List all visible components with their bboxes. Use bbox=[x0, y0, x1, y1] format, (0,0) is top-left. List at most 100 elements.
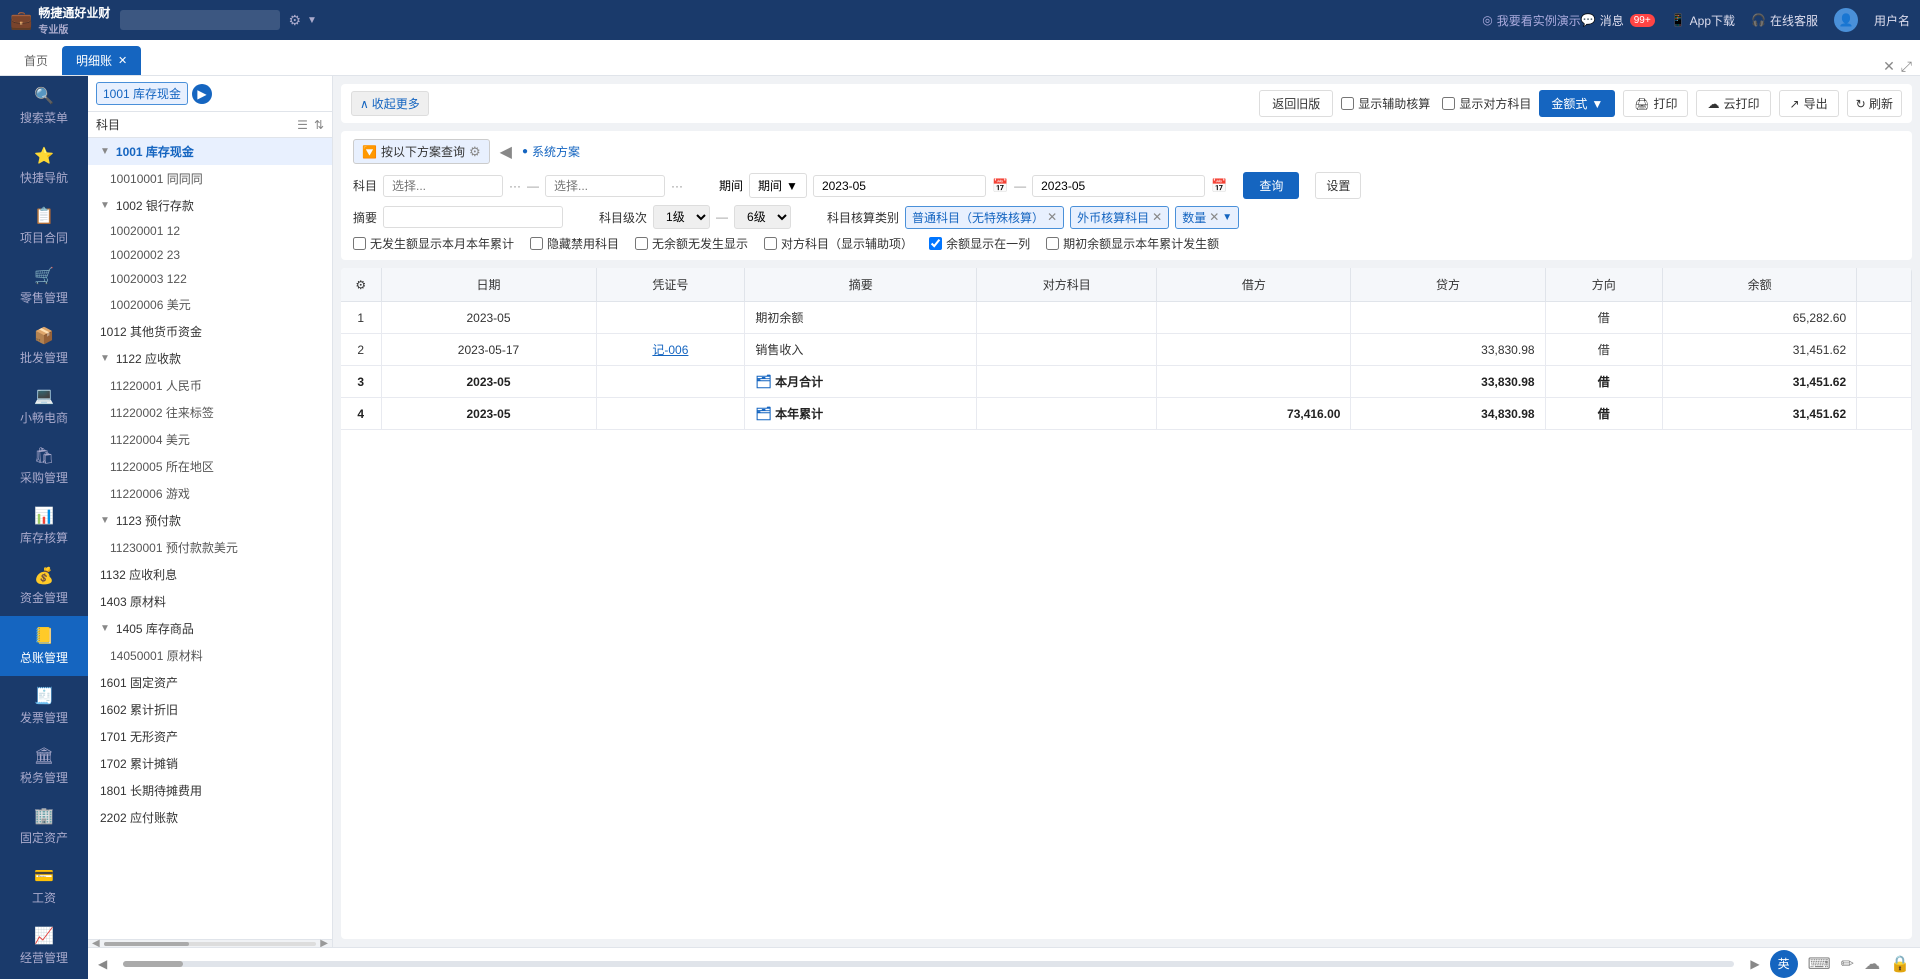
tree-item-1601[interactable]: 1601 固定资产 bbox=[88, 669, 332, 696]
sidebar-item-management[interactable]: 📈 经营管理 bbox=[0, 916, 88, 976]
tree-item-11230001[interactable]: 11230001 预付款款美元 bbox=[88, 534, 332, 561]
online-service-btn[interactable]: 🎧 在线客服 bbox=[1751, 12, 1818, 29]
sidebar-item-project[interactable]: 📋 项目合同 bbox=[0, 196, 88, 256]
settings-icon[interactable]: ⚙ bbox=[288, 12, 301, 29]
back-to-old-btn[interactable]: 返回旧版 bbox=[1259, 90, 1333, 117]
sidebar-item-tax[interactable]: 🏛 税务管理 bbox=[0, 736, 88, 796]
tree-item-1012[interactable]: 1012 其他货币资金 bbox=[88, 318, 332, 345]
lock-icon[interactable]: 🔒 bbox=[1890, 954, 1910, 974]
level-start-select[interactable]: 1级2级3级 bbox=[653, 205, 710, 229]
more-icon[interactable]: ··· bbox=[509, 179, 521, 193]
tag-remove-3[interactable]: ✕ bbox=[1209, 210, 1219, 224]
row-voucher[interactable]: 记-006 bbox=[596, 334, 745, 366]
tree-item-1801[interactable]: 1801 长期待摊费用 bbox=[88, 777, 332, 804]
sidebar-item-search[interactable]: 🔍 搜索菜单 bbox=[0, 76, 88, 136]
window-max-icon[interactable]: ⤢ bbox=[1901, 58, 1912, 75]
sidebar-item-wholesale[interactable]: 📦 批发管理 bbox=[0, 316, 88, 376]
message-btn[interactable]: 💬 消息 99+ bbox=[1581, 12, 1655, 29]
amount-style-btn[interactable]: 金额式 ▼ bbox=[1539, 90, 1615, 117]
horizontal-scrollbar[interactable] bbox=[123, 961, 1734, 967]
sidebar-item-accounting[interactable]: 📒 总账管理 bbox=[0, 616, 88, 676]
refresh-btn[interactable]: ↻ 刷新 bbox=[1847, 90, 1902, 117]
period-cal-end-icon[interactable]: 📅 bbox=[1211, 178, 1227, 194]
sidebar-item-quick-nav[interactable]: ⭐ 快捷导航 bbox=[0, 136, 88, 196]
tab-ledger[interactable]: 明细账 ✕ bbox=[62, 46, 141, 75]
tab-home[interactable]: 首页 bbox=[10, 46, 62, 75]
query-btn[interactable]: 查询 bbox=[1243, 172, 1299, 199]
cb-hide-disabled[interactable]: 隐藏禁用科目 bbox=[530, 235, 619, 252]
chevron-down-small-icon[interactable]: ▼ bbox=[1222, 212, 1232, 223]
tree-item-1122[interactable]: ▼ 1122 应收款 bbox=[88, 345, 332, 372]
tree-item-10020003[interactable]: 10020003 122 bbox=[88, 267, 332, 291]
cloud-print-btn[interactable]: ☁ 云打印 bbox=[1696, 90, 1770, 117]
app-download-btn[interactable]: 📱 App下载 bbox=[1671, 12, 1735, 29]
lang-switch-btn[interactable]: 英 bbox=[1770, 950, 1798, 978]
tag-remove-2[interactable]: ✕ bbox=[1152, 210, 1162, 224]
show-counter-input[interactable] bbox=[1442, 97, 1455, 110]
tree-scrollbar[interactable]: ◀ ▶ bbox=[88, 939, 332, 947]
show-counter-checkbox[interactable]: 显示对方科目 bbox=[1442, 95, 1531, 112]
tree-item-10020001[interactable]: 10020001 12 bbox=[88, 219, 332, 243]
tree-item-1002[interactable]: ▼ 1002 银行存款 bbox=[88, 192, 332, 219]
scroll-left-icon[interactable]: ◀ bbox=[92, 938, 100, 947]
cb-hide-disabled-input[interactable] bbox=[530, 237, 543, 250]
col-gear[interactable]: ⚙ bbox=[341, 268, 381, 302]
sidebar-item-purchase[interactable]: 🛍 采购管理 bbox=[0, 436, 88, 496]
tree-item-10020006[interactable]: 10020006 美元 bbox=[88, 291, 332, 318]
top-search-input[interactable] bbox=[120, 10, 280, 30]
sidebar-item-ecommerce[interactable]: 💻 小畅电商 bbox=[0, 376, 88, 436]
tag-remove-1[interactable]: ✕ bbox=[1047, 210, 1057, 224]
tree-item-1132[interactable]: 1132 应收利息 bbox=[88, 561, 332, 588]
expand-filter-btn[interactable]: ∧ 收起更多 bbox=[351, 91, 429, 116]
cb-balance-col-input[interactable] bbox=[929, 237, 942, 250]
tree-item-1001[interactable]: ▼ 1001 库存现金 bbox=[88, 138, 332, 165]
cb-no-balance-input[interactable] bbox=[635, 237, 648, 250]
export-btn[interactable]: ↗ 导出 bbox=[1779, 90, 1839, 117]
show-aux-input[interactable] bbox=[1341, 97, 1354, 110]
sidebar-item-invoice[interactable]: 🧾 发票管理 bbox=[0, 676, 88, 736]
tree-item-14050001[interactable]: 14050001 原材料 bbox=[88, 642, 332, 669]
category-tag-3[interactable]: 数量 ✕ ▼ bbox=[1175, 206, 1239, 229]
scroll-left-btn[interactable]: ◀ bbox=[98, 957, 107, 971]
cb-no-amount[interactable]: 无发生额显示本月本年累计 bbox=[353, 235, 514, 252]
tree-sort-icon[interactable]: ⇅ bbox=[314, 118, 324, 132]
category-tag-2[interactable]: 外币核算科目 ✕ bbox=[1070, 206, 1169, 229]
tree-item-10020002[interactable]: 10020002 23 bbox=[88, 243, 332, 267]
table-gear-icon[interactable]: ⚙ bbox=[355, 278, 366, 292]
demo-link[interactable]: ◎ 我要看实例演示 bbox=[1482, 12, 1581, 29]
tree-item-1602[interactable]: 1602 累计折旧 bbox=[88, 696, 332, 723]
filter-collapse-icon[interactable]: ◀ bbox=[498, 140, 514, 164]
tree-item-2202[interactable]: 2202 应付账款 bbox=[88, 804, 332, 831]
top-settings[interactable]: ⚙ ▼ bbox=[288, 12, 316, 29]
scroll-right-icon[interactable]: ▶ bbox=[320, 938, 328, 947]
tree-item-11220005[interactable]: 11220005 所在地区 bbox=[88, 453, 332, 480]
cb-counter-aux-input[interactable] bbox=[764, 237, 777, 250]
tree-item-1403[interactable]: 1403 原材料 bbox=[88, 588, 332, 615]
tab-close-icon[interactable]: ✕ bbox=[118, 54, 127, 67]
tree-list-icon[interactable]: ☰ bbox=[297, 118, 308, 132]
tree-item-1123[interactable]: ▼ 1123 预付款 bbox=[88, 507, 332, 534]
sidebar-item-inventory[interactable]: 📊 库存核算 bbox=[0, 496, 88, 556]
subject-end-input[interactable] bbox=[545, 175, 665, 197]
tree-item-10010001[interactable]: 10010001 同同同 bbox=[88, 165, 332, 192]
setting-btn[interactable]: 设置 bbox=[1315, 172, 1361, 199]
cb-no-amount-input[interactable] bbox=[353, 237, 366, 250]
edit-icon[interactable]: ✏ bbox=[1841, 954, 1854, 974]
period-type-select[interactable]: 期间 ▼ bbox=[749, 173, 807, 198]
subject-input[interactable] bbox=[383, 175, 503, 197]
period-start-input[interactable] bbox=[813, 175, 986, 197]
tree-item-11220006[interactable]: 11220006 游戏 bbox=[88, 480, 332, 507]
show-aux-checkbox[interactable]: 显示辅助核算 bbox=[1341, 95, 1430, 112]
scheme-settings-icon[interactable]: ⚙ bbox=[469, 144, 481, 160]
account-navigate-btn[interactable]: ▶ bbox=[192, 84, 212, 104]
period-cal-start-icon[interactable]: 📅 bbox=[992, 178, 1008, 194]
tree-item-1702[interactable]: 1702 累计摊销 bbox=[88, 750, 332, 777]
cb-counter-aux[interactable]: 对方科目（显示辅助项） bbox=[764, 235, 913, 252]
tree-item-11220004[interactable]: 11220004 美元 bbox=[88, 426, 332, 453]
keyboard-icon[interactable]: ⌨ bbox=[1808, 954, 1831, 974]
cloud-icon[interactable]: ☁ bbox=[1864, 954, 1880, 974]
tree-body[interactable]: ▼ 1001 库存现金 10010001 同同同 ▼ 1002 银行存款 100… bbox=[88, 138, 332, 939]
cb-no-balance[interactable]: 无余额无发生显示 bbox=[635, 235, 748, 252]
cb-init-balance-input[interactable] bbox=[1046, 237, 1059, 250]
print-btn[interactable]: 🖨 打印 bbox=[1623, 90, 1688, 117]
